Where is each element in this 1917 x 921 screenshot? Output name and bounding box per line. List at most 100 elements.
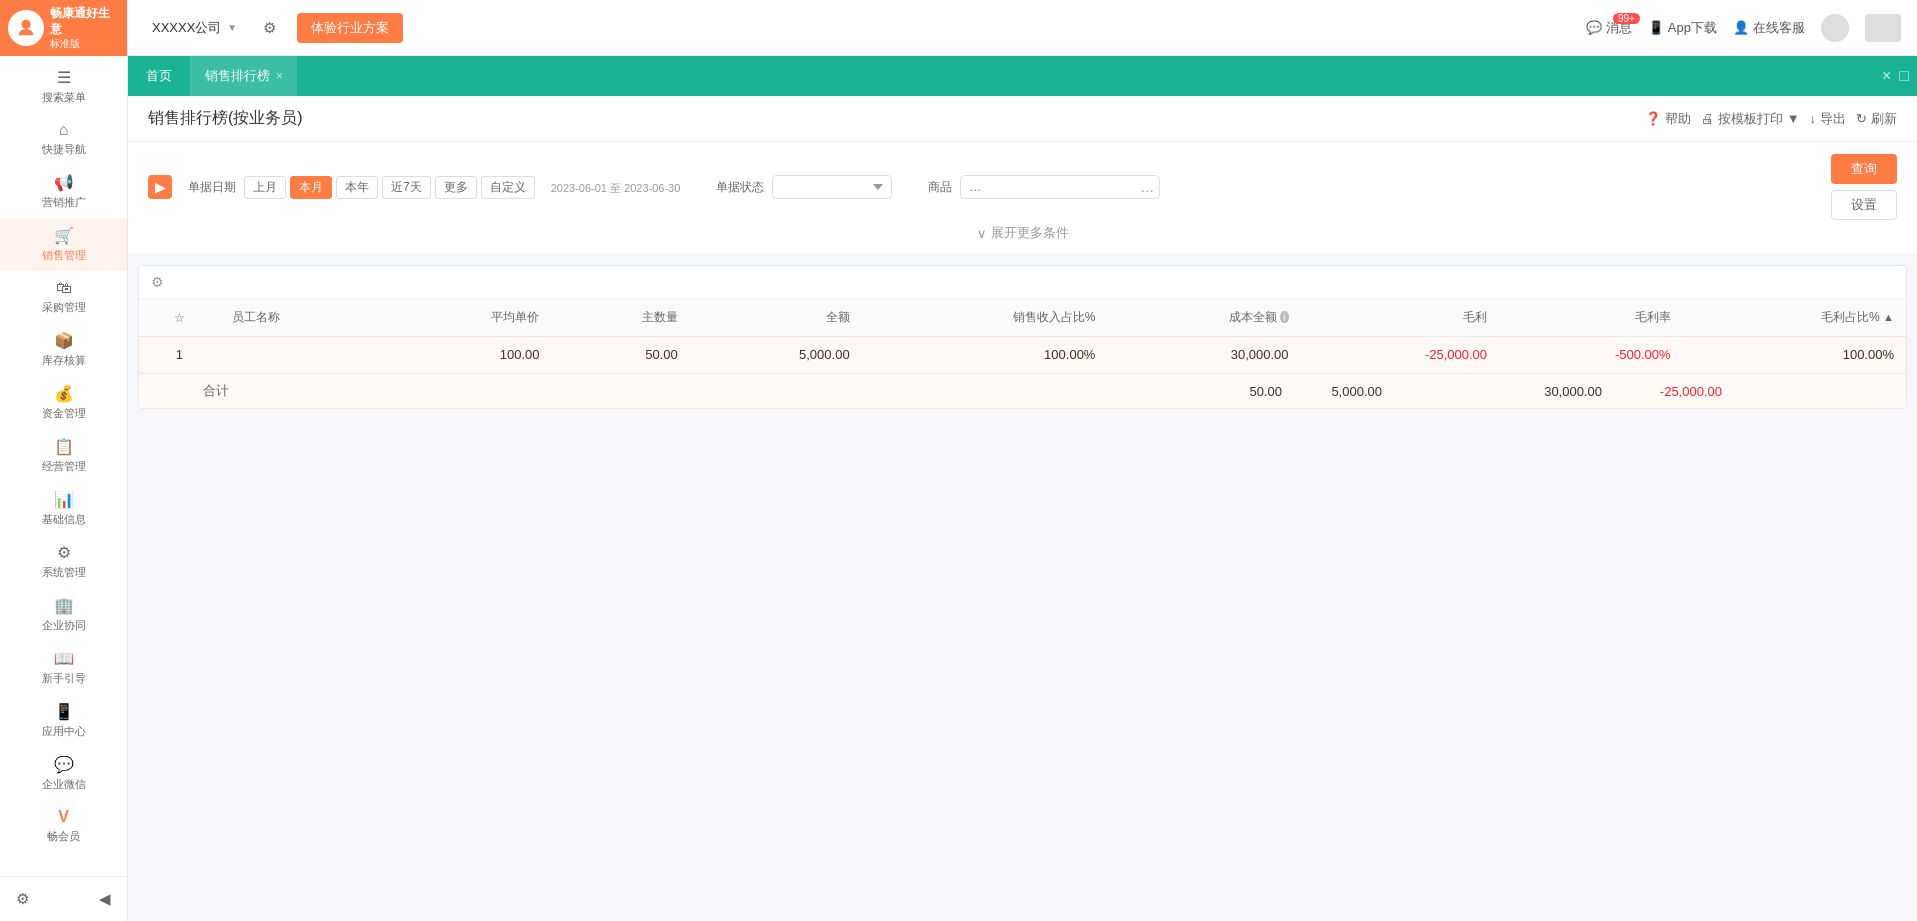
basic-info-icon: 📊	[54, 490, 74, 509]
table-settings-icon[interactable]: ⚙	[151, 274, 164, 290]
date-range-text: 2023-06-01 至 2023-06-30	[551, 181, 681, 196]
footer-amount: 5,000.00	[1294, 384, 1394, 399]
message-badge: 99+	[1613, 13, 1640, 24]
cell-qty: 50.00	[551, 337, 689, 373]
logo-subtitle: 标准版	[50, 37, 119, 50]
tabbar-right-actions: × □	[1882, 67, 1917, 85]
sidebar-item-finance[interactable]: 💰 资金管理	[0, 376, 127, 429]
app-center-icon: 📱	[54, 702, 74, 721]
sidebar-item-guide-label: 新手引导	[42, 671, 86, 686]
sidebar-settings-button[interactable]: ⚙	[8, 885, 36, 913]
inventory-icon: 📦	[54, 331, 74, 350]
status-filter-label: 单据状态	[716, 179, 764, 196]
logo-text-block: 畅康通好生意 标准版	[50, 6, 119, 50]
goods-filter-more-button[interactable]: …	[1140, 179, 1154, 195]
tab-maximize-button[interactable]: □	[1899, 67, 1909, 85]
trial-button[interactable]: 体验行业方案	[297, 13, 403, 43]
sidebar-item-wechat[interactable]: 💬 企业微信	[0, 747, 127, 800]
home-icon: ⌂	[59, 121, 69, 139]
sidebar-logo: 畅康通好生意 标准版	[0, 0, 127, 56]
app-download-button[interactable]: 📱 App下载	[1648, 19, 1717, 37]
help-label: 帮助	[1665, 110, 1691, 128]
service-label: 在线客服	[1753, 19, 1805, 37]
sidebar-item-quick-nav[interactable]: ⌂ 快捷导航	[0, 113, 127, 165]
tab-home[interactable]: 首页	[128, 56, 191, 96]
col-header-amount: 全额	[690, 299, 862, 337]
filter-toggle-button[interactable]: ▶	[148, 175, 172, 199]
sidebar-item-basic-info[interactable]: 📊 基础信息	[0, 482, 127, 535]
company-selector[interactable]: XXXXX公司 ▼	[144, 15, 245, 41]
company-settings-button[interactable]: ⚙	[255, 14, 283, 42]
sidebar-item-system[interactable]: ⚙ 系统管理	[0, 535, 127, 588]
export-label: 导出	[1820, 110, 1846, 128]
print-dropdown-icon: ▼	[1787, 111, 1800, 126]
expand-more-button[interactable]: ∨ 展开更多条件	[977, 224, 1069, 242]
sidebar-item-inventory[interactable]: 📦 库存核算	[0, 323, 127, 376]
sidebar-item-sales[interactable]: 🛒 销售管理	[0, 218, 127, 271]
user-avatar[interactable]	[1821, 14, 1849, 42]
svg-point-0	[21, 20, 30, 29]
date-btn-more[interactable]: 更多	[435, 176, 477, 199]
goods-filter-wrapper: …	[960, 175, 1160, 199]
sidebar-item-finance-label: 资金管理	[42, 406, 86, 421]
sidebar-item-sales-label: 销售管理	[42, 248, 86, 263]
settings-button[interactable]: 设置	[1831, 190, 1897, 220]
sidebar-item-app-center[interactable]: 📱 应用中心	[0, 694, 127, 747]
date-btn-this-month[interactable]: 本月	[290, 176, 332, 199]
table-header-row: ☆ 员工名称 平均单价 主数量 全额 销售收入占比% 成本全额 i 毛利 毛利率…	[139, 299, 1906, 337]
guide-icon: 📖	[54, 649, 74, 668]
date-btn-custom[interactable]: 自定义	[481, 176, 535, 199]
query-button[interactable]: 查询	[1831, 154, 1897, 184]
cell-avg-price: 100.00	[386, 337, 552, 373]
sidebar-item-search[interactable]: ☰ 搜索菜单	[0, 60, 127, 113]
export-icon: ↓	[1810, 111, 1817, 126]
refresh-button[interactable]: ↻ 刷新	[1856, 110, 1897, 128]
export-button[interactable]: ↓ 导出	[1810, 110, 1847, 128]
tab-close-button[interactable]: ×	[276, 69, 283, 83]
online-service-button[interactable]: 👤 在线客服	[1733, 19, 1805, 37]
table-row: 1 100.00 50.00 5,000.00 100.00% 30,000.0…	[139, 337, 1906, 373]
message-button[interactable]: 💬 消息 99+	[1586, 19, 1632, 37]
wechat-icon: 💬	[54, 755, 74, 774]
service-icon: 👤	[1733, 20, 1749, 35]
date-btn-7days[interactable]: 近7天	[382, 176, 431, 199]
sidebar-item-enterprise[interactable]: 🏢 企业协同	[0, 588, 127, 641]
expand-bar: ∨ 展开更多条件	[148, 220, 1897, 242]
page-content: 销售排行榜(按业务员) ❓ 帮助 🖨 按模板打印 ▼ ↓ 导出 ↻ 刷新	[128, 96, 1917, 921]
sidebar-item-purchase[interactable]: 🛍 采购管理	[0, 271, 127, 323]
operations-icon: 📋	[54, 437, 74, 456]
sidebar-collapse-button[interactable]: ◀	[91, 885, 119, 913]
print-icon: 🖨	[1701, 111, 1714, 126]
chevron-down-icon: ∨	[977, 226, 987, 241]
app-download-label: App下载	[1668, 19, 1717, 37]
enterprise-icon: 🏢	[54, 596, 74, 615]
sidebar-item-marketing-label: 营销推广	[42, 195, 86, 210]
sidebar: 畅康通好生意 标准版 ☰ 搜索菜单 ⌂ 快捷导航 📢 营销推广 🛒 销售管理 🛍…	[0, 0, 128, 921]
user-name-display	[1865, 14, 1901, 42]
sidebar-item-system-label: 系统管理	[42, 565, 86, 580]
sidebar-item-guide[interactable]: 📖 新手引导	[0, 641, 127, 694]
app-download-icon: 📱	[1648, 20, 1664, 35]
tab-close-window-button[interactable]: ×	[1882, 67, 1891, 85]
print-button[interactable]: 🖨 按模板打印 ▼	[1701, 110, 1800, 128]
date-btn-last-month[interactable]: 上月	[244, 176, 286, 199]
sidebar-item-wechat-label: 企业微信	[42, 777, 86, 792]
sidebar-item-marketing[interactable]: 📢 营销推广	[0, 165, 127, 218]
date-btn-this-year[interactable]: 本年	[336, 176, 378, 199]
status-filter-select[interactable]	[772, 175, 892, 199]
table-footer: 合计 50.00 5,000.00 30,000.00 -25,000.00	[139, 373, 1906, 408]
table-area: ⚙ ☆ 员工名称 平均单价 主数量 全额 销售收入占比% 成本全额 i 毛利 毛…	[138, 265, 1907, 409]
cell-sales-pct: 100.00%	[862, 337, 1108, 373]
company-dropdown-icon: ▼	[227, 22, 237, 33]
footer-cost: 30,000.00	[1494, 384, 1614, 399]
sidebar-item-operations[interactable]: 📋 经营管理	[0, 429, 127, 482]
help-button[interactable]: ❓ 帮助	[1645, 110, 1691, 128]
tab-sales-ranking[interactable]: 销售排行榜 ×	[191, 56, 297, 96]
col-header-gross: 毛利	[1301, 299, 1500, 337]
vip-icon: V	[58, 808, 69, 826]
date-filter-group: 单据日期 上月 本月 本年 近7天 更多 自定义	[188, 176, 535, 199]
date-filter-options: 上月 本月 本年 近7天 更多 自定义	[244, 176, 535, 199]
goods-filter-input[interactable]	[960, 175, 1160, 199]
sidebar-item-vip[interactable]: V 畅会员	[0, 800, 127, 852]
page-title: 销售排行榜(按业务员)	[148, 108, 303, 129]
